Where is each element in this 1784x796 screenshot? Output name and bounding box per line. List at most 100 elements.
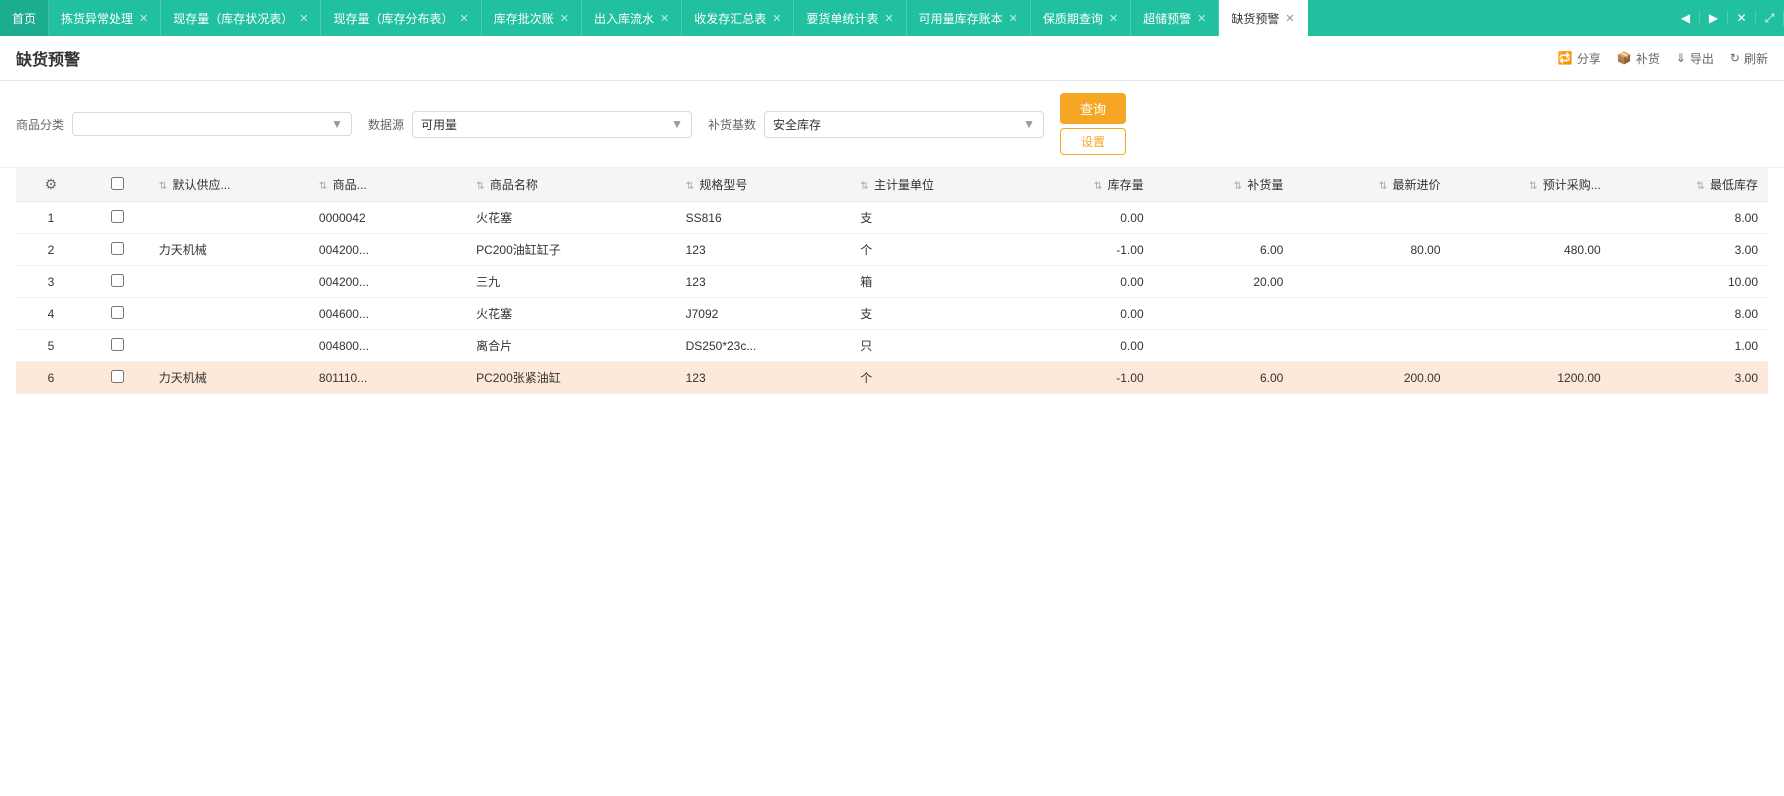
- tab-expand-btn[interactable]: ⤢: [1756, 11, 1784, 26]
- col-price-header[interactable]: ⇅ 最新进价: [1293, 168, 1450, 202]
- row-name: 火花塞: [466, 202, 676, 234]
- replenish-button[interactable]: 📦 补货: [1617, 50, 1660, 67]
- table-row[interactable]: 2 力天机械 004200... PC200油缸缸子 123 个 -1.00 6…: [16, 234, 1768, 266]
- export-button[interactable]: ⇓ 导出: [1676, 50, 1714, 67]
- row-supplier: 力天机械: [149, 234, 309, 266]
- settings-button[interactable]: 设置: [1060, 128, 1126, 155]
- tab-nav-controls: ◀ ▶ ✕ ⤢: [1672, 11, 1784, 26]
- row-checkbox[interactable]: [111, 210, 124, 223]
- col-forecast-header[interactable]: ⇅ 预计采购...: [1451, 168, 1611, 202]
- row-replenish: 6.00: [1154, 234, 1294, 266]
- table-row[interactable]: 5 004800... 离合片 DS250*23c... 只 0.00 1.00: [16, 330, 1768, 362]
- replenish-base-label: 补货基数: [708, 116, 756, 133]
- category-select[interactable]: ▼: [72, 112, 352, 136]
- share-button[interactable]: 🔁 分享: [1558, 50, 1601, 67]
- tab-bar: 首页 拣货异常处理 ✕ 现存量（库存状况表） ✕ 现存量（库存分布表） ✕ 库存…: [0, 0, 1784, 36]
- row-checkbox[interactable]: [111, 274, 124, 287]
- tab-requisition[interactable]: 要货单统计表 ✕: [794, 0, 906, 36]
- close-icon[interactable]: ✕: [1109, 12, 1118, 25]
- refresh-button[interactable]: ↻ 刷新: [1730, 50, 1768, 67]
- close-icon[interactable]: ✕: [884, 12, 893, 25]
- row-name: PC200油缸缸子: [466, 234, 676, 266]
- row-replenish: [1154, 202, 1294, 234]
- tab-flow[interactable]: 出入库流水 ✕: [582, 0, 682, 36]
- row-replenish: 6.00: [1154, 362, 1294, 394]
- table-row[interactable]: 3 004200... 三九 123 箱 0.00 20.00 10.00: [16, 266, 1768, 298]
- sort-icon: ⇅: [319, 181, 327, 192]
- table-row[interactable]: 1 0000042 火花塞 SS816 支 0.00 8.00: [16, 202, 1768, 234]
- col-replenish-header[interactable]: ⇅ 补货量: [1154, 168, 1294, 202]
- tab-home[interactable]: 首页: [0, 0, 49, 36]
- chevron-down-icon: ▼: [1023, 117, 1035, 131]
- row-stock: 0.00: [1014, 298, 1154, 330]
- filter-group-category: 商品分类 ▼: [16, 112, 352, 136]
- col-unit-header[interactable]: ⇅ 主计量单位: [850, 168, 1014, 202]
- table-row[interactable]: 6 力天机械 801110... PC200张紧油缸 123 个 -1.00 6…: [16, 362, 1768, 394]
- row-unit: 支: [850, 298, 1014, 330]
- col-spec-header[interactable]: ⇅ 规格型号: [676, 168, 851, 202]
- row-forecast: 480.00: [1451, 234, 1611, 266]
- tab-available[interactable]: 可用量库存账本 ✕: [907, 0, 1031, 36]
- tab-stock-status[interactable]: 现存量（库存状况表） ✕: [161, 0, 321, 36]
- col-stock-header[interactable]: ⇅ 库存量: [1014, 168, 1154, 202]
- replenish-base-select[interactable]: 安全库存 ▼: [764, 111, 1044, 138]
- close-icon[interactable]: ✕: [299, 12, 308, 25]
- tab-next-btn[interactable]: ▶: [1700, 11, 1728, 25]
- datasource-select[interactable]: 可用量 ▼: [412, 111, 692, 138]
- tab-picking[interactable]: 拣货异常处理 ✕: [49, 0, 161, 36]
- row-checkbox[interactable]: [111, 370, 124, 383]
- page-content: 缺货预警 🔁 分享 📦 补货 ⇓ 导出 ↻ 刷新 商品分类: [0, 36, 1784, 796]
- close-icon[interactable]: ✕: [1285, 12, 1294, 25]
- row-checkbox-cell: [86, 298, 149, 330]
- refresh-icon: ↻: [1730, 51, 1740, 65]
- chevron-down-icon: ▼: [671, 117, 683, 131]
- tab-close-btn[interactable]: ✕: [1728, 11, 1756, 25]
- data-table: ⚙ ⇅ 默认供应... ⇅ 商品... ⇅ 商品名称: [16, 168, 1768, 394]
- sort-icon: ⇅: [476, 181, 484, 192]
- sort-icon: ⇅: [1529, 181, 1537, 192]
- row-forecast: [1451, 202, 1611, 234]
- tab-overstock[interactable]: 超储预警 ✕: [1131, 0, 1219, 36]
- col-minstock-header[interactable]: ⇅ 最低库存: [1611, 168, 1768, 202]
- close-icon[interactable]: ✕: [772, 12, 781, 25]
- category-label: 商品分类: [16, 116, 64, 133]
- sort-icon: ⇅: [686, 181, 694, 192]
- query-button[interactable]: 查询: [1060, 93, 1126, 124]
- tab-batch[interactable]: 库存批次账 ✕: [482, 0, 582, 36]
- close-icon[interactable]: ✕: [139, 12, 148, 25]
- row-supplier: 力天机械: [149, 362, 309, 394]
- row-checkbox[interactable]: [111, 242, 124, 255]
- row-forecast: 1200.00: [1451, 362, 1611, 394]
- row-seq: 4: [16, 298, 86, 330]
- table-row[interactable]: 4 004600... 火花塞 J7092 支 0.00 8.00: [16, 298, 1768, 330]
- row-replenish: 20.00: [1154, 266, 1294, 298]
- row-checkbox-cell: [86, 362, 149, 394]
- tab-stock-dist[interactable]: 现存量（库存分布表） ✕: [321, 0, 481, 36]
- close-icon[interactable]: ✕: [460, 12, 469, 25]
- row-seq: 1: [16, 202, 86, 234]
- close-icon[interactable]: ✕: [1009, 12, 1018, 25]
- chevron-down-icon: ▼: [331, 117, 343, 131]
- tab-summary[interactable]: 收发存汇总表 ✕: [682, 0, 794, 36]
- close-icon[interactable]: ✕: [660, 12, 669, 25]
- tab-prev-btn[interactable]: ◀: [1672, 11, 1700, 25]
- col-supplier-header[interactable]: ⇅ 默认供应...: [149, 168, 309, 202]
- row-minstock: 3.00: [1611, 234, 1768, 266]
- select-all-checkbox[interactable]: [111, 177, 124, 190]
- row-checkbox[interactable]: [111, 306, 124, 319]
- close-icon[interactable]: ✕: [560, 12, 569, 25]
- row-stock: 0.00: [1014, 202, 1154, 234]
- row-spec: 123: [676, 234, 851, 266]
- sort-icon: ⇅: [1696, 181, 1704, 192]
- replenish-base-value: 安全库存: [773, 116, 821, 133]
- tab-shortage[interactable]: 缺货预警 ✕: [1219, 0, 1307, 36]
- col-name-header[interactable]: ⇅ 商品名称: [466, 168, 676, 202]
- tab-expiry[interactable]: 保质期查询 ✕: [1031, 0, 1131, 36]
- close-icon[interactable]: ✕: [1197, 12, 1206, 25]
- col-code-header[interactable]: ⇅ 商品...: [309, 168, 466, 202]
- page-header: 缺货预警 🔁 分享 📦 补货 ⇓ 导出 ↻ 刷新: [0, 36, 1784, 81]
- page-title: 缺货预警: [16, 46, 1558, 70]
- row-minstock: 3.00: [1611, 362, 1768, 394]
- row-checkbox[interactable]: [111, 338, 124, 351]
- settings-gear-icon[interactable]: ⚙: [45, 176, 58, 192]
